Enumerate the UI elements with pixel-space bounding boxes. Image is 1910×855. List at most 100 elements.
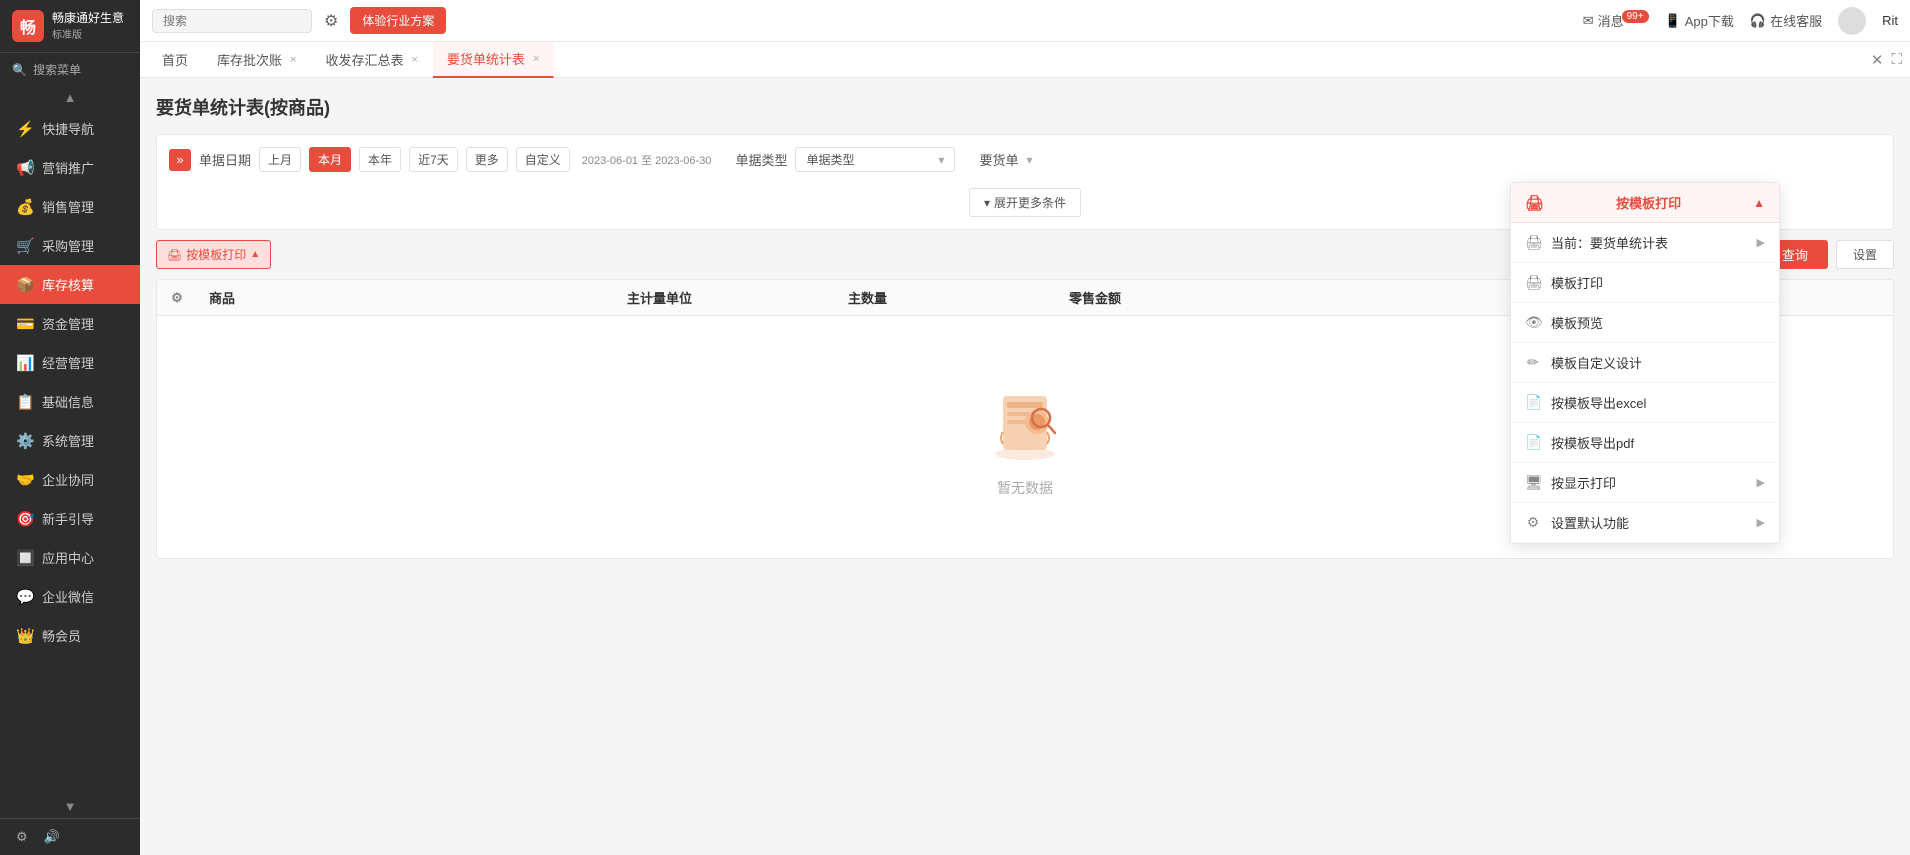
dropdown-current-arrow-icon: ▶ [1757,236,1765,249]
corp-collab-icon: 🤝 [16,471,34,489]
filter-row-date: » 单据日期 上月 本月 本年 近7天 更多 自定义 2023-06-01 至 … [169,147,1881,172]
sidebar-item-corp-wechat[interactable]: 💬 企业微信 [0,577,140,616]
dropdown-export-pdf-icon: 📄 [1525,434,1541,451]
date-btn-last-month[interactable]: 上月 [259,147,301,172]
sidebar-item-sales[interactable]: 💰 销售管理 [0,187,140,226]
sidebar-search[interactable]: 🔍 搜索菜单 [0,53,140,86]
table-col-qty: 主数量 [836,288,1057,307]
app-center-icon: 🔲 [16,549,34,567]
sidebar-settings-icon[interactable]: ⚙ [16,829,28,845]
doc-type-chevron-icon: ▾ [938,153,944,167]
dropdown-sub-left: 🖨 当前：要货单统计表 [1525,233,1668,252]
topbar-industry-btn[interactable]: 体验行业方案 [350,7,446,34]
tabs-maximize-btn[interactable]: ⛶ [1891,51,1902,68]
sidebar-item-app-center[interactable]: 🔲 应用中心 [0,538,140,577]
search-icon: 🔍 [12,63,27,77]
settings-col-icon[interactable]: ⚙ [171,290,183,305]
online-service-icon: 🎧 [1750,13,1766,29]
date-range-text: 2023-06-01 至 2023-06-30 [582,152,712,168]
empty-illustration [975,376,1075,466]
dropdown-header[interactable]: 🖨 按模板打印 ▲ [1511,183,1779,223]
tab-order-stats[interactable]: 要货单统计表 × [433,42,554,78]
sidebar-item-marketing[interactable]: 📢 营销推广 [0,148,140,187]
tab-batch-account-close[interactable]: × [290,54,296,66]
dropdown-item-template-design[interactable]: ✏ 模板自定义设计 [1511,343,1779,383]
tab-batch-account[interactable]: 库存批次账 × [203,42,311,78]
topbar-username: Rit [1882,13,1898,28]
dropdown-item-export-pdf[interactable]: 📄 按模板导出pdf [1511,423,1779,463]
sidebar-item-newbie[interactable]: 🎯 新手引导 [0,499,140,538]
tab-order-stats-close[interactable]: × [533,53,539,65]
dropdown-display-left: 🖥 按显示打印 [1525,473,1616,492]
dropdown-item-template-preview[interactable]: 👁 模板预览 [1511,303,1779,343]
operations-icon: 📊 [16,354,34,372]
sidebar-item-sys-mgmt[interactable]: ⚙️ 系统管理 [0,421,140,460]
dropdown-display-print-icon: 🖥 [1525,474,1541,491]
date-btn-this-year[interactable]: 本年 [359,147,401,172]
sidebar-item-inventory[interactable]: 📦 库存核算 [0,265,140,304]
doc-type-label: 单据类型 [735,150,787,169]
dropdown-template-print-icon: 🖨 [1525,274,1541,291]
sales-icon: 💰 [16,198,34,216]
app-download-icon: 📱 [1665,13,1681,29]
dropdown-item-export-excel[interactable]: 📄 按模板导出excel [1511,383,1779,423]
topbar-gear-icon[interactable]: ⚙ [324,11,338,31]
print-chevron-up-icon: ▲ [250,249,260,260]
sidebar-item-vip[interactable]: 👑 畅会员 [0,616,140,655]
app-logo-icon: 畅 [12,10,44,42]
sidebar: 畅 畅康通好生意 标准版 🔍 搜索菜单 ▲ ⚡ 快捷导航 📢 营销推广 💰 销售… [0,0,140,855]
messages-badge: 99+ [1622,10,1649,23]
base-info-icon: 📋 [16,393,34,411]
dropdown-item-template-print[interactable]: 🖨 模板打印 [1511,263,1779,303]
dropdown-default-func-icon: ⚙ [1525,514,1541,531]
tab-receipt-summary-close[interactable]: × [411,54,417,66]
expand-more-btn[interactable]: ▾ 展开更多条件 [969,188,1081,217]
doc-type-select[interactable]: 单据类型 ▾ [795,147,955,172]
date-btn-custom[interactable]: 自定义 [516,147,570,172]
page-title: 要货单统计表(按商品) [156,94,1894,120]
dropdown-item-default-func[interactable]: ⚙ 设置默认功能 ▶ [1511,503,1779,543]
sidebar-item-base-info[interactable]: 📋 基础信息 [0,382,140,421]
dropdown-item-display-print[interactable]: 🖥 按显示打印 ▶ [1511,463,1779,503]
sidebar-item-purchase[interactable]: 🛒 采购管理 [0,226,140,265]
inventory-icon: 📦 [16,276,34,294]
print-icon: 🖨 [167,248,182,262]
tab-home[interactable]: 首页 [148,42,203,78]
sidebar-item-finance[interactable]: 💳 资金管理 [0,304,140,343]
date-btn-this-month[interactable]: 本月 [309,147,351,172]
marketing-icon: 📢 [16,159,34,177]
dropdown-template-preview-icon: 👁 [1525,314,1541,331]
sidebar-item-operations[interactable]: 📊 经营管理 [0,343,140,382]
tab-receipt-summary[interactable]: 收发存汇总表 × [311,42,432,78]
empty-text: 暂无数据 [997,478,1053,498]
avatar[interactable] [1838,7,1866,35]
date-btn-more[interactable]: 更多 [466,147,508,172]
corp-wechat-icon: 💬 [16,588,34,606]
dropdown-header-arrow-icon[interactable]: ▲ [1753,196,1765,210]
filter-expand-btn[interactable]: » [169,149,191,171]
dropdown-current-template[interactable]: 🖨 当前：要货单统计表 ▶ [1511,223,1779,263]
topbar-online-service-btn[interactable]: 🎧 在线客服 [1750,11,1822,30]
sys-mgmt-icon: ⚙️ [16,432,34,450]
dropdown-default-arrow-icon: ▶ [1757,516,1765,529]
sidebar-audio-icon[interactable]: 🔊 [44,829,60,845]
topbar-search-input[interactable] [152,9,312,33]
sidebar-scroll-down[interactable]: ▼ [0,795,140,818]
sidebar-logo: 畅 畅康通好生意 标准版 [0,0,140,53]
sidebar-item-corp-collab[interactable]: 🤝 企业协同 [0,460,140,499]
sidebar-item-quick-nav[interactable]: ⚡ 快捷导航 [0,109,140,148]
table-col-amount: 零售金额 [1057,288,1278,307]
quick-nav-icon: ⚡ [16,120,34,138]
topbar-app-download-btn[interactable]: 📱 App下载 [1665,11,1734,30]
sidebar-bottom: ⚙ 🔊 [0,818,140,855]
template-print-btn[interactable]: 🖨 按模板打印 ▲ [156,240,271,269]
dropdown-template-design-icon: ✏ [1525,354,1541,371]
date-btn-7days[interactable]: 近7天 [409,147,458,172]
sidebar-scroll-up[interactable]: ▲ [0,86,140,109]
template-print-dropdown: 🖨 按模板打印 ▲ 🖨 当前：要货单统计表 ▶ 🖨 模板打印 👁 模板预览 [1510,182,1780,544]
table-col-checkbox: ⚙ [157,290,197,306]
order-status-filter-right: ▾ [1026,153,1032,167]
tabs-close-all-btn[interactable]: ✕ [1871,51,1884,69]
settings-btn[interactable]: 设置 [1836,240,1894,269]
topbar-messages-btn[interactable]: ✉ 消息 99+ [1583,11,1649,30]
